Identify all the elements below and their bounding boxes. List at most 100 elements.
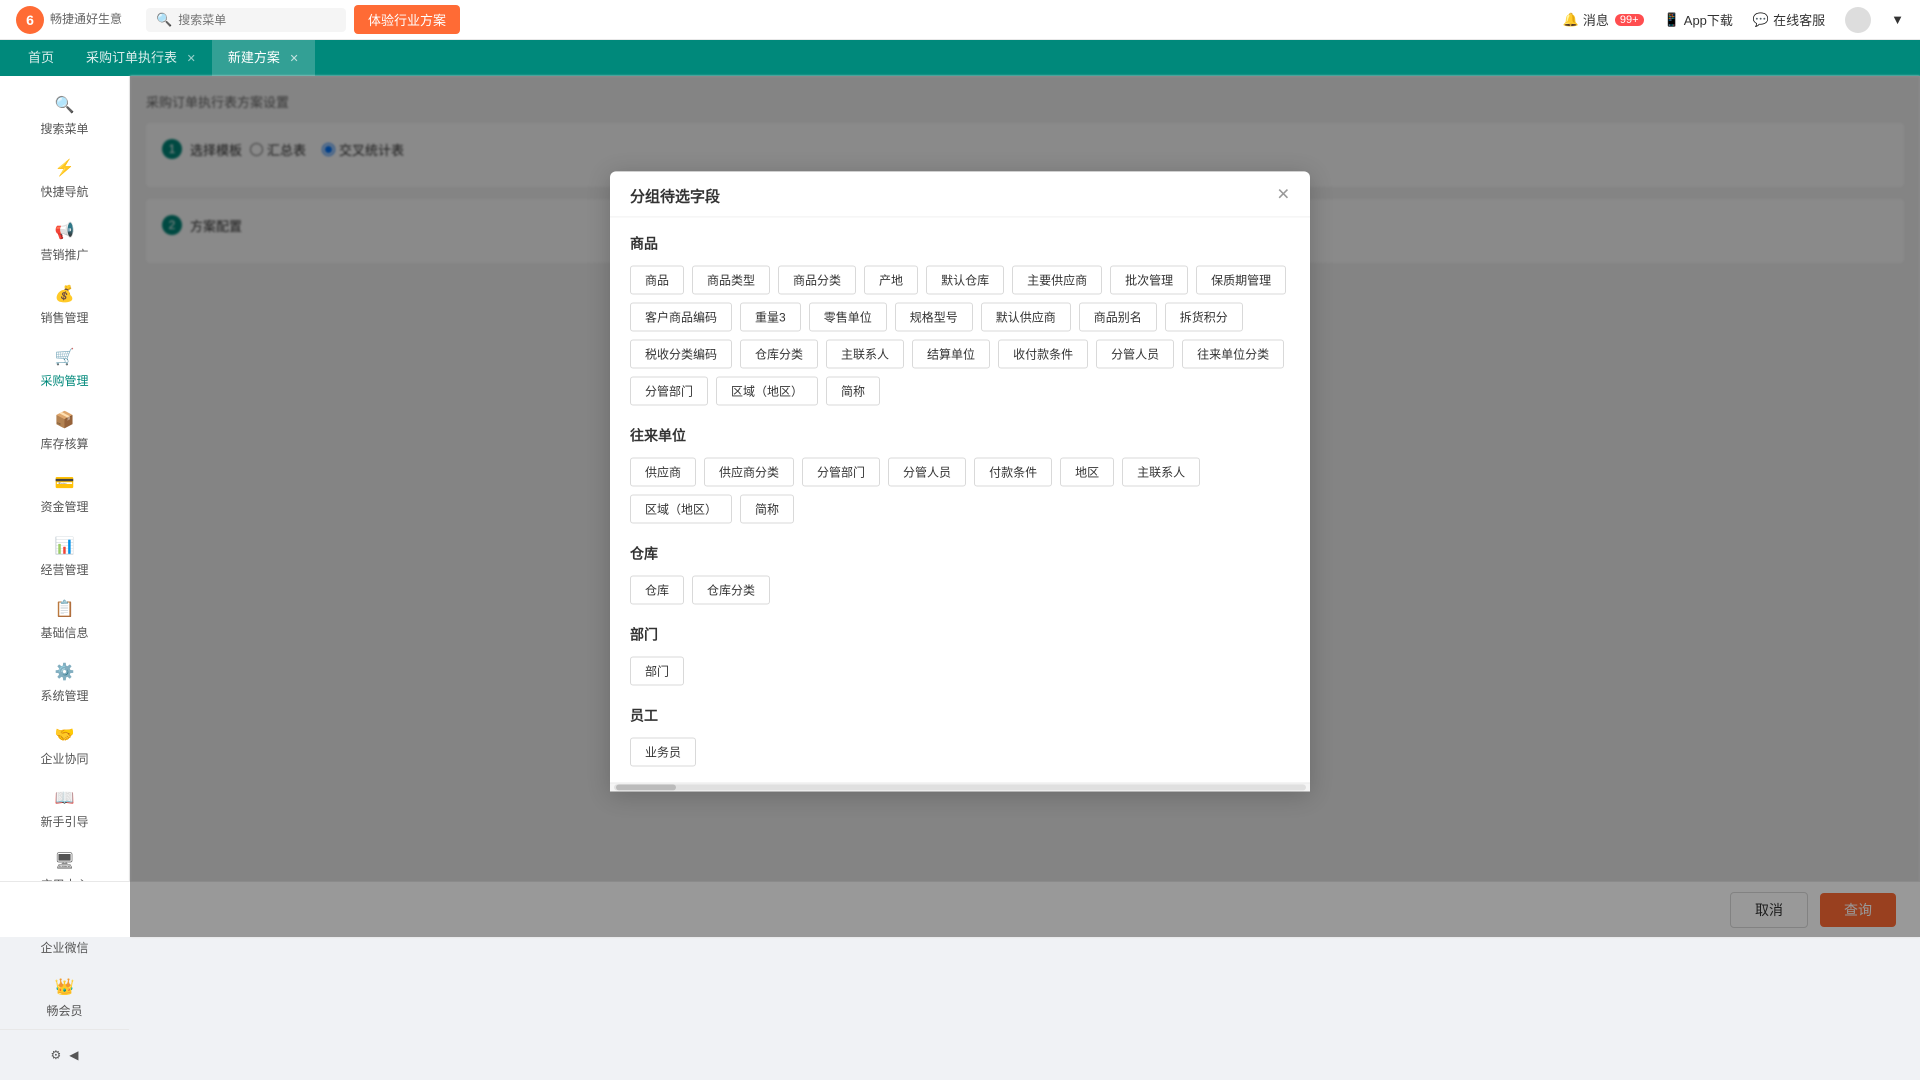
field-tag-goods-16[interactable]: 仓库分类 bbox=[740, 339, 818, 368]
sidebar-label-finance: 资金管理 bbox=[40, 498, 88, 515]
sidebar-item-basics[interactable]: 📋 基础信息 bbox=[0, 588, 129, 651]
field-tag-goods-20[interactable]: 分管人员 bbox=[1096, 339, 1174, 368]
field-tag-goods-13[interactable]: 商品别名 bbox=[1079, 302, 1157, 331]
notification-item[interactable]: 🔔 消息 99+ bbox=[1563, 10, 1644, 29]
sidebar-item-system[interactable]: ⚙️ 系统管理 bbox=[0, 651, 129, 714]
field-tag-goods-4[interactable]: 默认仓库 bbox=[926, 265, 1004, 294]
sidebar-label-guide: 新手引导 bbox=[40, 813, 88, 830]
tab-purchase-exec[interactable]: 采购订单执行表 ✕ bbox=[70, 40, 212, 76]
search-bar[interactable]: 🔍 bbox=[146, 8, 346, 32]
modal-body: 商品 商品 商品类型 商品分类 产地 默认仓库 主要供应商 批次管理 保质期管理… bbox=[610, 217, 1310, 783]
sidebar-item-guide[interactable]: 📖 新手引导 bbox=[0, 777, 129, 840]
section-partner: 往来单位 供应商 供应商分类 分管部门 分管人员 付款条件 地区 主联系人 区域… bbox=[630, 425, 1290, 523]
field-tag-employee-0[interactable]: 业务员 bbox=[630, 737, 696, 766]
field-tag-partner-8[interactable]: 简称 bbox=[740, 494, 794, 523]
field-tag-warehouse-1[interactable]: 仓库分类 bbox=[692, 575, 770, 604]
field-tag-goods-12[interactable]: 默认供应商 bbox=[981, 302, 1071, 331]
field-tag-goods-24[interactable]: 简称 bbox=[826, 376, 880, 405]
modal-close-btn[interactable]: ✕ bbox=[1277, 187, 1290, 203]
sidebar-item-finance[interactable]: 💳 资金管理 bbox=[0, 462, 129, 525]
sidebar-label-basics: 基础信息 bbox=[40, 624, 88, 641]
field-tag-goods-14[interactable]: 拆货积分 bbox=[1165, 302, 1243, 331]
field-tag-goods-18[interactable]: 结算单位 bbox=[912, 339, 990, 368]
sidebar-item-marketing[interactable]: 📢 营销推广 bbox=[0, 210, 129, 273]
sidebar-item-purchase[interactable]: 🛒 采购管理 bbox=[0, 336, 129, 399]
nav-tabs: 首页 采购订单执行表 ✕ 新建方案 ✕ bbox=[0, 40, 1920, 76]
field-tag-partner-2[interactable]: 分管部门 bbox=[802, 457, 880, 486]
sidebar-label-sales: 销售管理 bbox=[40, 309, 88, 326]
field-tag-goods-2[interactable]: 商品分类 bbox=[778, 265, 856, 294]
online-service-label: 在线客服 bbox=[1773, 10, 1825, 29]
modal-hscroll-thumb[interactable] bbox=[616, 784, 676, 790]
tab-new-plan-close[interactable]: ✕ bbox=[290, 53, 299, 65]
field-tag-partner-4[interactable]: 付款条件 bbox=[974, 457, 1052, 486]
field-tag-partner-3[interactable]: 分管人员 bbox=[888, 457, 966, 486]
logo-area: 6 畅捷通好生意 bbox=[16, 6, 146, 34]
employee-field-tags: 业务员 bbox=[630, 737, 1290, 766]
sidebar-label-system: 系统管理 bbox=[40, 687, 88, 704]
field-tag-goods-21[interactable]: 往来单位分类 bbox=[1182, 339, 1284, 368]
field-tag-partner-1[interactable]: 供应商分类 bbox=[704, 457, 794, 486]
field-tag-partner-5[interactable]: 地区 bbox=[1060, 457, 1114, 486]
search-icon: 🔍 bbox=[156, 12, 172, 28]
field-tag-goods-11[interactable]: 规格型号 bbox=[895, 302, 973, 331]
quick-nav-icon: ⚡ bbox=[54, 157, 76, 179]
tab-purchase-label: 采购订单执行表 bbox=[86, 50, 177, 65]
field-tag-goods-10[interactable]: 零售单位 bbox=[809, 302, 887, 331]
sidebar-item-collab[interactable]: 🤝 企业协同 bbox=[0, 714, 129, 777]
sidebar-item-member[interactable]: 👑 畅会员 bbox=[0, 966, 129, 1029]
sidebar-label-quick-nav: 快捷导航 bbox=[40, 183, 88, 200]
sidebar-item-operations[interactable]: 📊 经营管理 bbox=[0, 525, 129, 588]
search-input[interactable] bbox=[178, 13, 336, 27]
section-warehouse-title: 仓库 bbox=[630, 543, 1290, 563]
search-sidebar-icon: 🔍 bbox=[54, 94, 76, 116]
field-tag-goods-15[interactable]: 税收分类编码 bbox=[630, 339, 732, 368]
system-icon: ⚙️ bbox=[54, 661, 76, 683]
field-tag-partner-6[interactable]: 主联系人 bbox=[1122, 457, 1200, 486]
modal-hscroll[interactable] bbox=[610, 783, 1310, 791]
field-tag-warehouse-0[interactable]: 仓库 bbox=[630, 575, 684, 604]
field-tag-goods-3[interactable]: 产地 bbox=[864, 265, 918, 294]
sidebar-settings-btn[interactable]: ⚙ ◀ bbox=[0, 1038, 129, 1072]
field-tag-goods-9[interactable]: 重量3 bbox=[740, 302, 801, 331]
field-tag-goods-17[interactable]: 主联系人 bbox=[826, 339, 904, 368]
sidebar-item-inventory[interactable]: 📦 库存核算 bbox=[0, 399, 129, 462]
tab-purchase-close[interactable]: ✕ bbox=[187, 53, 196, 65]
partner-field-tags: 供应商 供应商分类 分管部门 分管人员 付款条件 地区 主联系人 区域（地区） … bbox=[630, 457, 1290, 523]
sidebar-item-sales[interactable]: 💰 销售管理 bbox=[0, 273, 129, 336]
field-tag-goods-8[interactable]: 客户商品编码 bbox=[630, 302, 732, 331]
field-tag-department-0[interactable]: 部门 bbox=[630, 656, 684, 685]
field-tag-goods-1[interactable]: 商品类型 bbox=[692, 265, 770, 294]
online-service-item[interactable]: 💬 在线客服 bbox=[1753, 10, 1825, 29]
field-tag-partner-0[interactable]: 供应商 bbox=[630, 457, 696, 486]
sidebar: 🔍 搜索菜单 ⚡ 快捷导航 📢 营销推广 💰 销售管理 🛒 采购管理 📦 库存核… bbox=[0, 76, 130, 937]
field-tag-goods-23[interactable]: 区域（地区） bbox=[716, 376, 818, 405]
sidebar-collapse-btn[interactable]: ◀ bbox=[69, 1048, 78, 1062]
logo-text: 畅捷通好生意 bbox=[50, 12, 122, 26]
sidebar-item-search[interactable]: 🔍 搜索菜单 bbox=[0, 84, 129, 147]
field-tag-goods-19[interactable]: 收付款条件 bbox=[998, 339, 1088, 368]
operations-icon: 📊 bbox=[54, 535, 76, 557]
field-tag-partner-7[interactable]: 区域（地区） bbox=[630, 494, 732, 523]
modal-title: 分组待选字段 bbox=[630, 185, 720, 206]
section-warehouse: 仓库 仓库 仓库分类 bbox=[630, 543, 1290, 604]
sidebar-label-wechat: 企业微信 bbox=[40, 939, 88, 956]
tab-home-label: 首页 bbox=[28, 50, 54, 65]
field-tag-goods-6[interactable]: 批次管理 bbox=[1110, 265, 1188, 294]
tab-home[interactable]: 首页 bbox=[12, 40, 70, 76]
field-tag-goods-5[interactable]: 主要供应商 bbox=[1012, 265, 1102, 294]
app-download-item[interactable]: 📱 App下载 bbox=[1664, 10, 1733, 29]
avatar[interactable] bbox=[1845, 7, 1871, 33]
sidebar-bottom: ⚙ ◀ bbox=[0, 1029, 129, 1080]
tab-new-plan[interactable]: 新建方案 ✕ bbox=[212, 40, 315, 76]
sidebar-item-quick-nav[interactable]: ⚡ 快捷导航 bbox=[0, 147, 129, 210]
field-tag-goods-0[interactable]: 商品 bbox=[630, 265, 684, 294]
experience-btn[interactable]: 体验行业方案 bbox=[354, 5, 460, 34]
field-tag-goods-22[interactable]: 分管部门 bbox=[630, 376, 708, 405]
field-tag-goods-7[interactable]: 保质期管理 bbox=[1196, 265, 1286, 294]
caret-down-icon[interactable]: ▼ bbox=[1891, 12, 1904, 27]
basics-icon: 📋 bbox=[54, 598, 76, 620]
section-department: 部门 部门 bbox=[630, 624, 1290, 685]
sidebar-label-search: 搜索菜单 bbox=[40, 120, 88, 137]
modal-header: 分组待选字段 ✕ bbox=[610, 171, 1310, 217]
